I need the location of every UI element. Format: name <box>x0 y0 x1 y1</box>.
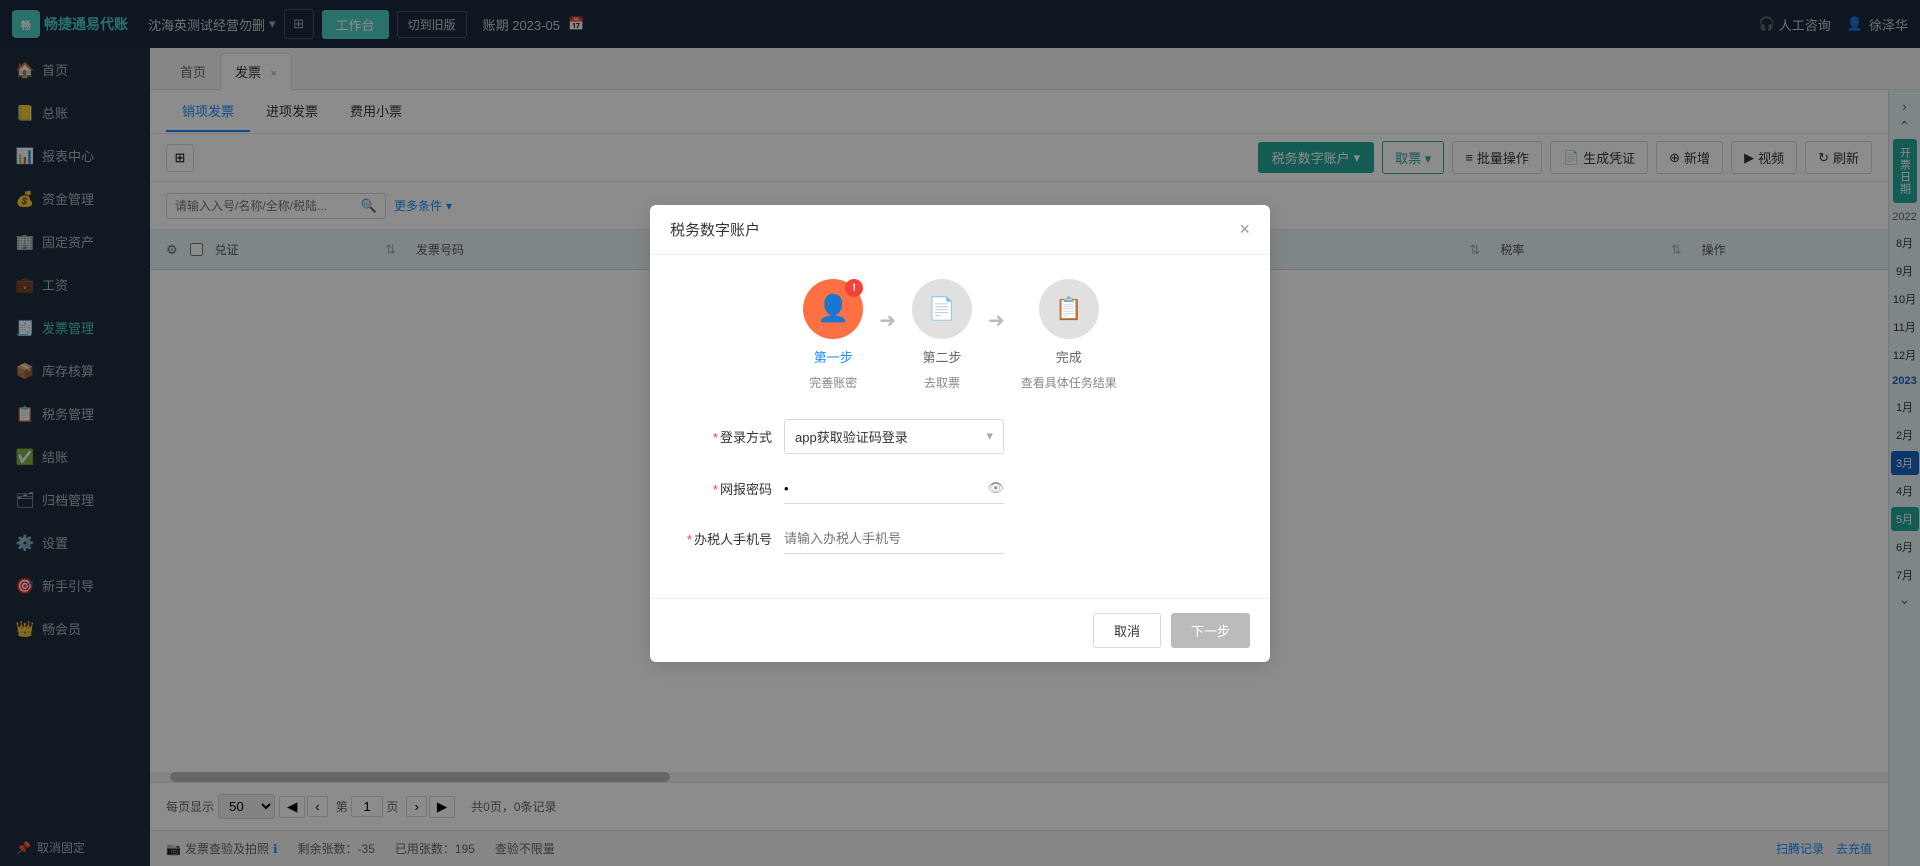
phone-label: 办税人手机号 <box>682 529 772 548</box>
select-chevron-icon: ▾ <box>986 428 993 444</box>
password-toggle-icon[interactable]: 👁 <box>987 480 1004 496</box>
phone-row: 办税人手机号 <box>682 524 1238 554</box>
login-method-row: 登录方式 app获取验证码登录 ▾ <box>682 419 1238 454</box>
tax-account-modal: 税务数字账户 × 👤 ! 第一步 完善账密 ➜ <box>650 205 1270 662</box>
web-password-input-wrap: 👁 <box>784 474 1004 504</box>
steps-indicator: 👤 ! 第一步 完善账密 ➜ 📄 第二步 去取票 <box>682 279 1238 391</box>
cancel-button[interactable]: 取消 <box>1093 613 1161 648</box>
step-2: 📄 第二步 去取票 <box>912 279 972 391</box>
web-password-row: 网报密码 👁 <box>682 474 1238 504</box>
step-arrow-2: ➜ <box>988 308 1005 361</box>
step-2-desc: 去取票 <box>924 374 960 391</box>
step-1: 👤 ! 第一步 完善账密 <box>803 279 863 391</box>
step-3-label: 完成 <box>1056 347 1082 366</box>
modal-body: 👤 ! 第一步 完善账密 ➜ 📄 第二步 去取票 <box>650 255 1270 598</box>
step-3-icon: 📋 <box>1055 296 1082 322</box>
step-2-icon: 📄 <box>928 296 955 322</box>
web-password-label: 网报密码 <box>682 479 772 498</box>
modal-header: 税务数字账户 × <box>650 205 1270 255</box>
modal-title: 税务数字账户 <box>670 219 760 240</box>
login-method-label: 登录方式 <box>682 427 772 446</box>
modal-close-button[interactable]: × <box>1239 219 1250 240</box>
step-arrow-1: ➜ <box>879 308 896 361</box>
step-3: 📋 完成 查看具体任务结果 <box>1021 279 1117 391</box>
web-password-input[interactable] <box>784 474 987 503</box>
modal-overlay: 税务数字账户 × 👤 ! 第一步 完善账密 ➜ <box>0 0 1920 866</box>
modal-footer: 取消 下一步 <box>650 598 1270 662</box>
step-1-desc: 完善账密 <box>809 374 857 391</box>
phone-input[interactable] <box>784 524 1004 554</box>
step-3-desc: 查看具体任务结果 <box>1021 374 1117 391</box>
step-1-icon: 👤 <box>817 293 849 324</box>
step-2-label: 第二步 <box>922 347 961 366</box>
step-3-circle: 📋 <box>1039 279 1099 339</box>
next-step-button[interactable]: 下一步 <box>1171 613 1250 648</box>
step-1-circle: 👤 ! <box>803 279 863 339</box>
step-2-circle: 📄 <box>912 279 972 339</box>
step-1-label: 第一步 <box>814 347 853 366</box>
step-1-badge: ! <box>845 279 863 297</box>
login-method-select[interactable]: app获取验证码登录 ▾ <box>784 419 1004 454</box>
login-method-value: app获取验证码登录 <box>795 427 908 446</box>
